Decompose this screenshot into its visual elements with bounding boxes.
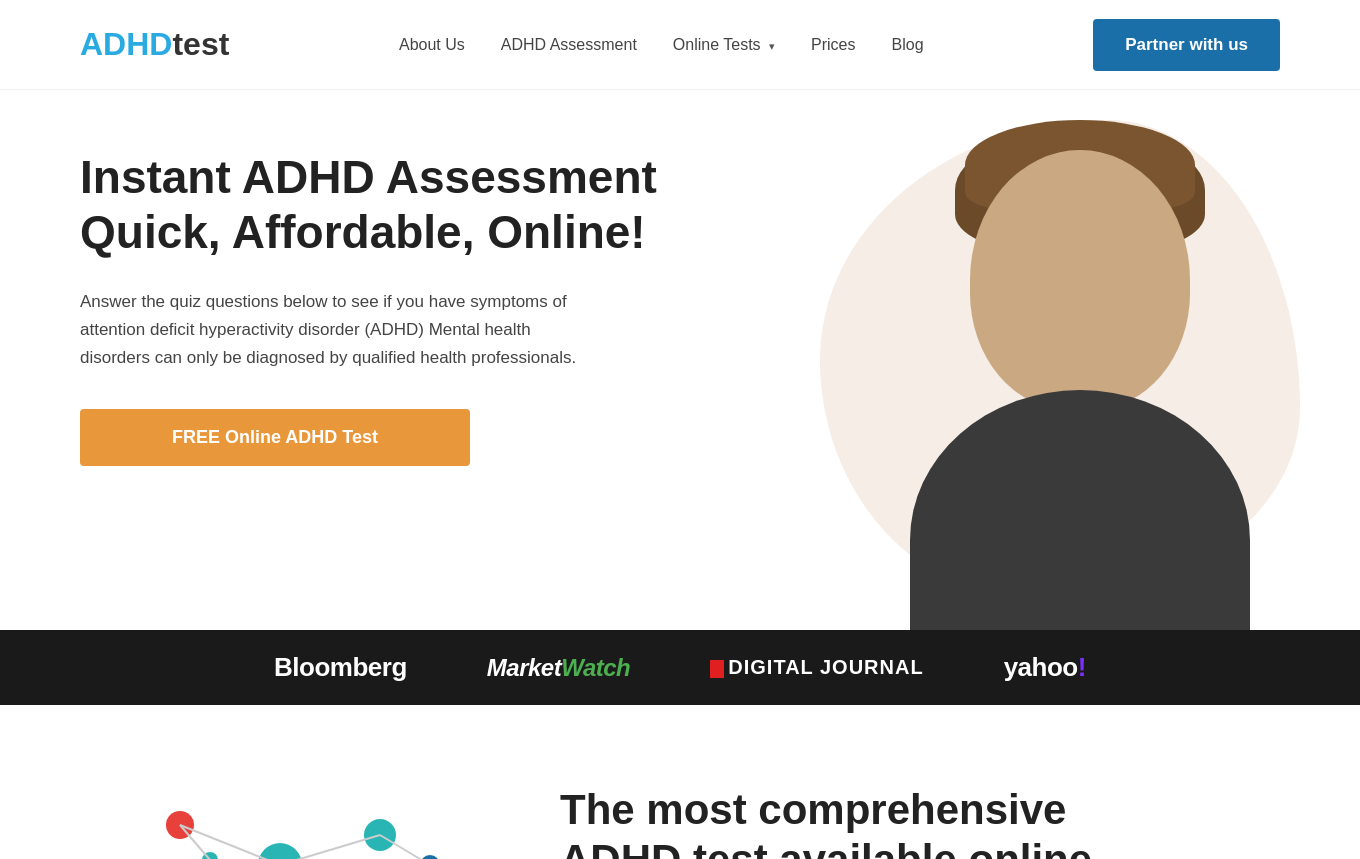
nav-blog[interactable]: Blog xyxy=(892,36,924,53)
dj-square-icon xyxy=(710,660,724,678)
svg-point-8 xyxy=(420,855,440,859)
free-test-button[interactable]: FREE Online ADHD Test xyxy=(80,409,470,466)
hero-content: Instant ADHD Assessment Quick, Affordabl… xyxy=(80,150,657,466)
bottom-text: The most comprehensive ADHD test availab… xyxy=(560,765,1280,859)
partner-button[interactable]: Partner with us xyxy=(1093,19,1280,71)
nav-about[interactable]: About Us xyxy=(399,36,465,53)
yahoo-logo: yahoo! xyxy=(1004,652,1086,683)
hero-description: Answer the quiz questions below to see i… xyxy=(80,288,580,372)
hero-person-image xyxy=(830,90,1360,630)
logo-test: test xyxy=(172,26,229,63)
bloomberg-logo: Bloomberg xyxy=(274,652,407,683)
hero-image-area xyxy=(800,90,1360,630)
nav-assessment[interactable]: ADHD Assessment xyxy=(501,36,637,53)
logo-adhd: ADHD xyxy=(80,26,172,63)
nav-online-tests[interactable]: Online Tests ▾ xyxy=(673,36,775,53)
digital-journal-logo: DIGITAL JOURNAL xyxy=(710,656,923,679)
bottom-section: The most comprehensive ADHD test availab… xyxy=(0,705,1360,859)
person-silhouette xyxy=(870,110,1330,630)
site-logo[interactable]: ADHD test xyxy=(80,26,229,63)
chevron-down-icon: ▾ xyxy=(769,40,775,52)
hero-heading: Instant ADHD Assessment Quick, Affordabl… xyxy=(80,150,657,260)
face-shape xyxy=(970,150,1190,410)
nav-prices[interactable]: Prices xyxy=(811,36,855,53)
press-bar: Bloomberg MarketWatch DIGITAL JOURNAL ya… xyxy=(0,630,1360,705)
marketwatch-logo: MarketWatch xyxy=(487,654,630,682)
molecule-graphic xyxy=(80,765,480,859)
navbar: ADHD test About Us ADHD Assessment Onlin… xyxy=(0,0,1360,90)
nav-links: About Us ADHD Assessment Online Tests ▾ … xyxy=(399,36,924,54)
svg-point-0 xyxy=(258,843,302,859)
hero-section: Instant ADHD Assessment Quick, Affordabl… xyxy=(0,90,1360,630)
body-shape xyxy=(910,390,1250,630)
bottom-heading: The most comprehensive ADHD test availab… xyxy=(560,785,1280,859)
